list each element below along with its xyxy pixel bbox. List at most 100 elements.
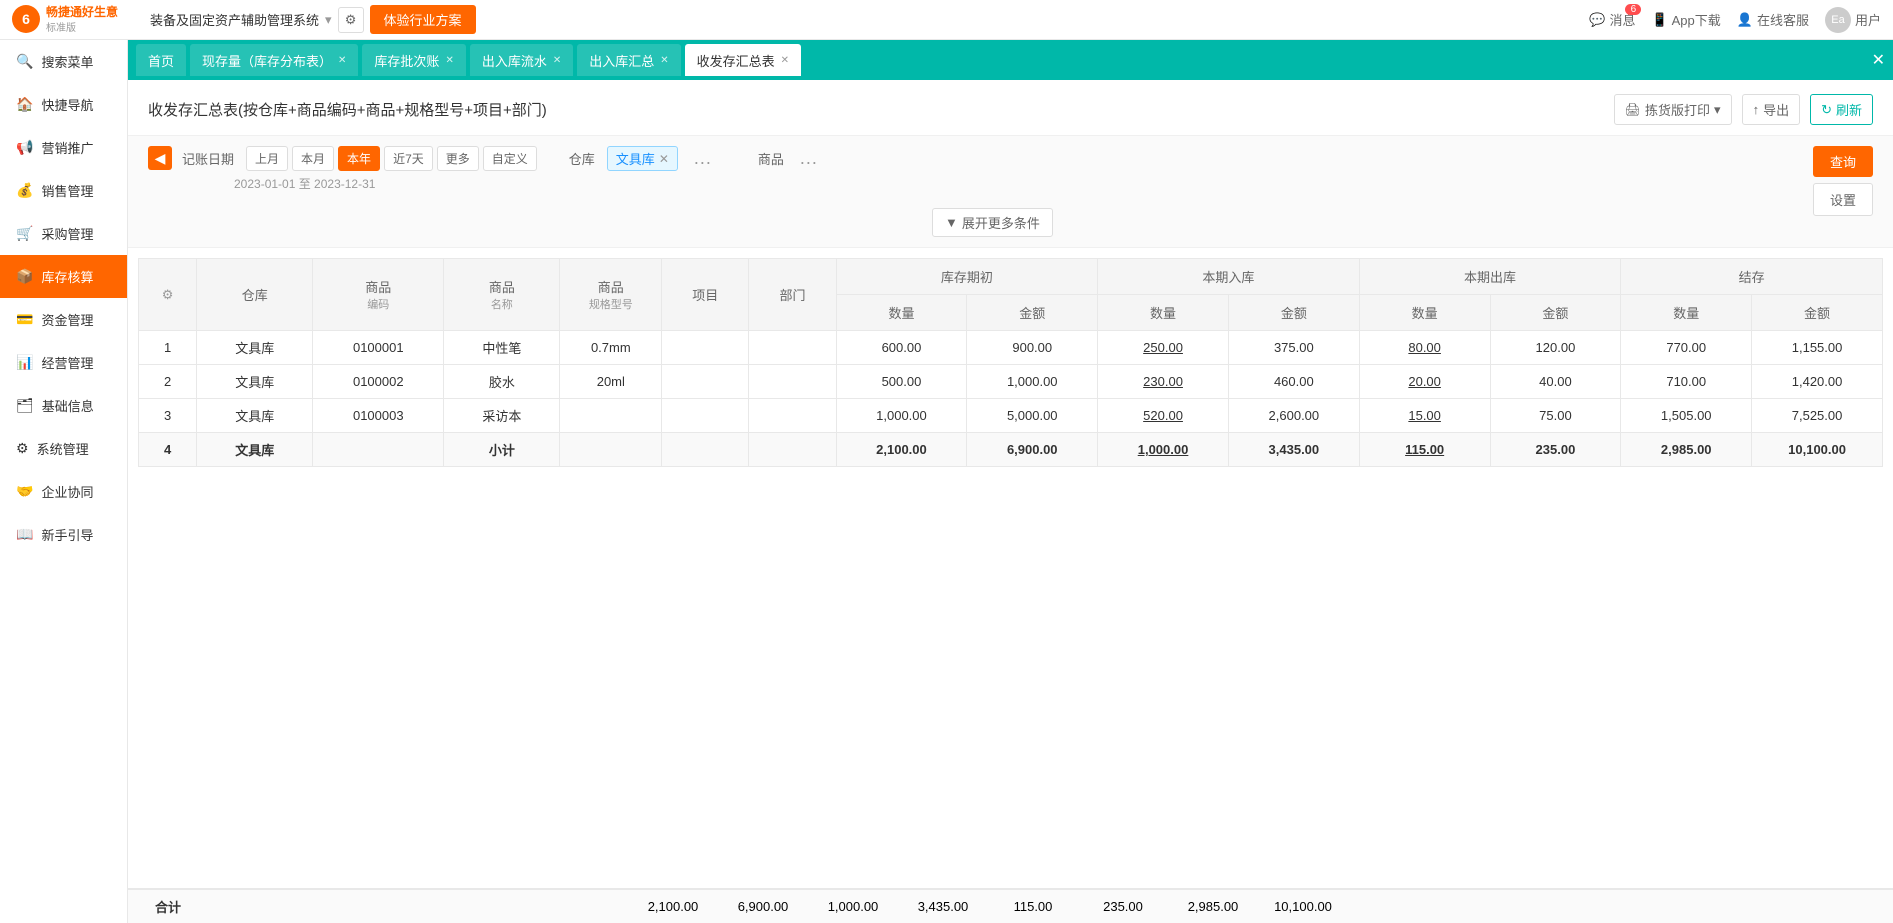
print-button[interactable]: 🖨 拣货版打印 ▾	[1614, 94, 1732, 125]
expand-conditions-button[interactable]: ▼ 展开更多条件	[932, 208, 1053, 237]
refresh-icon: ↻	[1821, 102, 1832, 118]
tab-inout-flow[interactable]: 出入库流水 ✕	[470, 44, 573, 76]
message-button[interactable]: 💬 消息 6	[1589, 10, 1635, 29]
sidebar-label-purchase: 采购管理	[41, 224, 93, 243]
in-qty-link[interactable]: 1,000.00	[1138, 442, 1189, 457]
sidebar-item-quicknav[interactable]: 🏠 快捷导航	[0, 83, 127, 126]
cell-end-qty: 770.00	[1621, 331, 1752, 365]
cell-in-qty[interactable]: 520.00	[1098, 399, 1229, 433]
date-label: 记账日期	[182, 149, 234, 168]
out-qty-link[interactable]: 20.00	[1408, 374, 1441, 389]
tab-inventory-dist-close[interactable]: ✕	[338, 55, 346, 66]
in-qty-link[interactable]: 230.00	[1143, 374, 1183, 389]
tab-recv-send-summary-close[interactable]: ✕	[781, 55, 789, 66]
cell-in-amt: 460.00	[1228, 365, 1359, 399]
th-in-group: 本期入库	[1098, 259, 1360, 295]
query-button[interactable]: 查询	[1813, 146, 1873, 177]
out-qty-link[interactable]: 15.00	[1408, 408, 1441, 423]
tab-batch-account-close[interactable]: ✕	[445, 55, 453, 66]
date-btn-thismonth[interactable]: 本月	[292, 146, 334, 171]
warehouse-tag-close[interactable]: ✕	[659, 152, 669, 166]
tab-recv-send-summary-label: 收发存汇总表	[697, 51, 775, 70]
tab-recv-send-summary[interactable]: 收发存汇总表 ✕	[685, 44, 801, 76]
sidebar-item-inventory[interactable]: 📦 库存核算	[0, 255, 127, 298]
cell-out-qty[interactable]: 15.00	[1359, 399, 1490, 433]
out-qty-link[interactable]: 115.00	[1405, 442, 1444, 457]
tab-home[interactable]: 首页	[136, 44, 186, 76]
tab-inout-summary[interactable]: 出入库汇总 ✕	[577, 44, 680, 76]
cell-warehouse: 文具库	[197, 399, 313, 433]
sidebar-item-finance[interactable]: 💳 资金管理	[0, 298, 127, 341]
cell-out-qty[interactable]: 115.00	[1359, 433, 1490, 467]
system-title-area: 装备及固定资产辅助管理系统 ▾ ⚙ 体验行业方案	[150, 5, 1579, 34]
tab-inventory-dist[interactable]: 现存量（库存分布表） ✕	[190, 44, 358, 76]
trial-button[interactable]: 体验行业方案	[370, 5, 476, 34]
cell-dept	[749, 365, 836, 399]
goods-label: 商品	[758, 149, 784, 168]
date-btn-thisyear[interactable]: 本年	[338, 146, 380, 171]
in-qty-link[interactable]: 250.00	[1143, 340, 1183, 355]
online-service-button[interactable]: 👤 在线客服	[1737, 10, 1809, 29]
out-qty-link[interactable]: 80.00	[1408, 340, 1441, 355]
tab-inout-summary-close[interactable]: ✕	[660, 55, 668, 66]
sidebar-item-basic[interactable]: 🗂 基础信息	[0, 384, 127, 427]
th-settings[interactable]: ⚙	[139, 259, 197, 331]
date-btn-lastmonth[interactable]: 上月	[246, 146, 288, 171]
phone-icon: 📱	[1651, 12, 1667, 28]
date-btn-more[interactable]: 更多	[437, 146, 479, 171]
cell-out-qty[interactable]: 20.00	[1359, 365, 1490, 399]
th-in-amt: 金额	[1228, 295, 1359, 331]
table-row: 1文具库0100001中性笔0.7mm600.00900.00250.00375…	[139, 331, 1883, 365]
footer-begin-amt: 6,900.00	[718, 899, 808, 914]
set-button[interactable]: 设置	[1813, 183, 1873, 216]
th-warehouse: 仓库	[197, 259, 313, 331]
refresh-label: 刷新	[1836, 100, 1862, 119]
cell-project	[662, 331, 749, 365]
cell-begin-qty: 2,100.00	[836, 433, 967, 467]
logo-title: 畅捷通好生意	[46, 5, 118, 19]
footer-begin-qty: 2,100.00	[628, 899, 718, 914]
filter-collapse-button[interactable]: ◀	[148, 146, 172, 170]
th-out-group: 本期出库	[1359, 259, 1621, 295]
cell-code	[313, 433, 444, 467]
in-qty-link[interactable]: 520.00	[1143, 408, 1183, 423]
top-right: 💬 消息 6 📱 App下载 👤 在线客服 Ea 用户	[1589, 7, 1881, 33]
user-button[interactable]: Ea 用户	[1825, 7, 1881, 33]
cell-spec	[560, 433, 662, 467]
date-btn-7days[interactable]: 近7天	[384, 146, 433, 171]
table-body: 1文具库0100001中性笔0.7mm600.00900.00250.00375…	[139, 331, 1883, 467]
goods-more-button[interactable]: ...	[796, 148, 822, 169]
footer-out-qty: 115.00	[988, 899, 1078, 914]
warehouse-more-button[interactable]: ...	[690, 148, 716, 169]
tab-batch-account[interactable]: 库存批次账 ✕	[362, 44, 465, 76]
cell-in-qty[interactable]: 230.00	[1098, 365, 1229, 399]
date-btn-custom[interactable]: 自定义	[483, 146, 537, 171]
page-title: 收发存汇总表(按仓库+商品编码+商品+规格型号+项目+部门)	[148, 99, 547, 120]
cell-in-qty[interactable]: 250.00	[1098, 331, 1229, 365]
cell-no: 3	[139, 399, 197, 433]
tab-inout-flow-close[interactable]: ✕	[553, 55, 561, 66]
settings-button[interactable]: ⚙	[338, 7, 364, 33]
cell-begin-qty: 1,000.00	[836, 399, 967, 433]
app-download-button[interactable]: 📱 App下载	[1651, 10, 1720, 29]
cell-no: 4	[139, 433, 197, 467]
sidebar-item-operation[interactable]: 📊 经营管理	[0, 341, 127, 384]
search-icon: 🔍	[16, 53, 33, 70]
sidebar-label-guide: 新手引导	[41, 525, 93, 544]
cell-out-qty[interactable]: 80.00	[1359, 331, 1490, 365]
tab-bar-close[interactable]: ✕	[1872, 50, 1885, 70]
sidebar-item-purchase[interactable]: 🛒 采购管理	[0, 212, 127, 255]
sidebar-item-guide[interactable]: 📖 新手引导	[0, 513, 127, 556]
export-button[interactable]: ↑ 导出	[1742, 94, 1801, 125]
sidebar-item-system[interactable]: ⚙ 系统管理	[0, 427, 127, 470]
sidebar-label-cooperation: 企业协同	[41, 482, 93, 501]
refresh-button[interactable]: ↻ 刷新	[1810, 94, 1873, 125]
sidebar-item-cooperation[interactable]: 🤝 企业协同	[0, 470, 127, 513]
cell-in-qty[interactable]: 1,000.00	[1098, 433, 1229, 467]
column-settings-icon[interactable]: ⚙	[162, 287, 174, 302]
service-icon: 👤	[1737, 12, 1753, 28]
sidebar-item-search[interactable]: 🔍 搜索菜单	[0, 40, 127, 83]
sidebar-item-marketing[interactable]: 📢 营销推广	[0, 126, 127, 169]
cell-out-amt: 235.00	[1490, 433, 1621, 467]
sidebar-item-sales[interactable]: 💰 销售管理	[0, 169, 127, 212]
